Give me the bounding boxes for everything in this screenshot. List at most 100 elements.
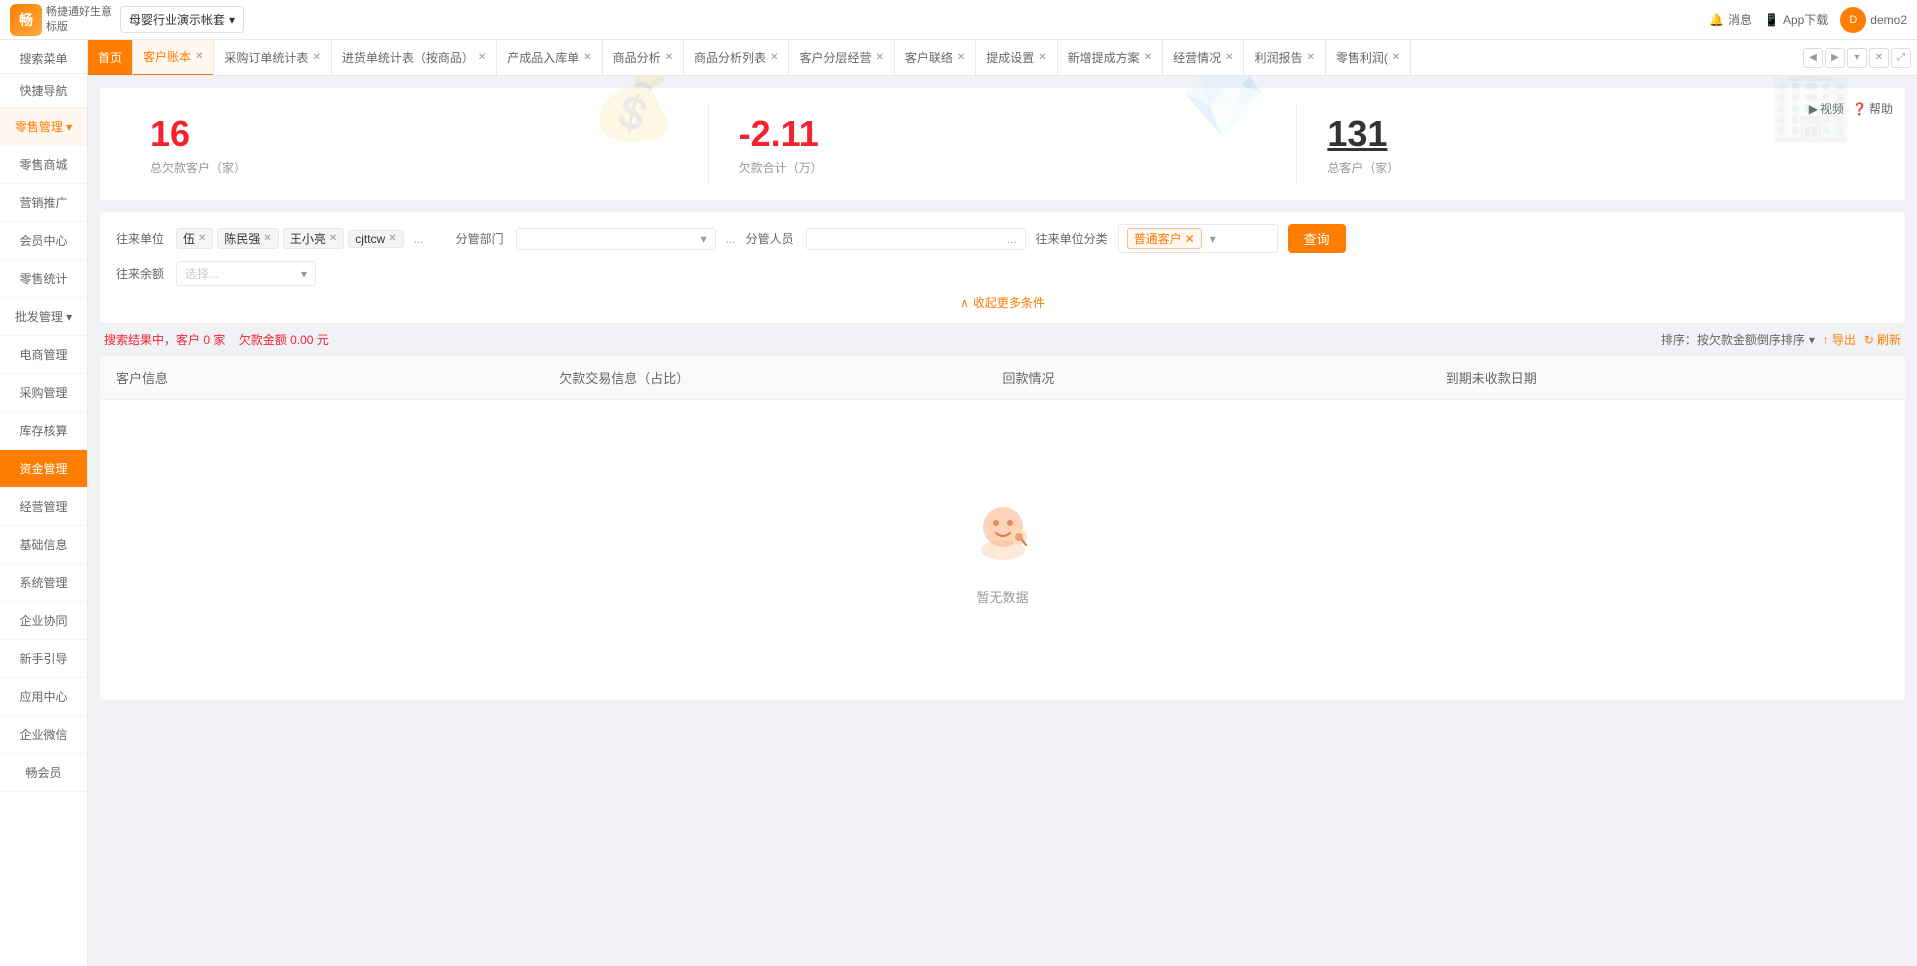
empty-icon <box>963 495 1043 575</box>
tab-purchase-orders[interactable]: 采购订单统计表 ✕ <box>214 40 331 76</box>
filter-tag-2[interactable]: 陈民强 ✕ <box>217 228 278 249</box>
filter-person-extra[interactable]: ... <box>726 232 736 246</box>
tab-prev-button[interactable]: ◀ <box>1803 48 1823 68</box>
sidebar-item-wholesale[interactable]: 批发管理 ▾ <box>0 298 87 336</box>
tab-bar: 首页 客户账本 ✕ 采购订单统计表 ✕ 进货单统计表（按商品） ✕ 产成品入库单… <box>88 40 1917 76</box>
content-area: 首页 客户账本 ✕ 采购订单统计表 ✕ 进货单统计表（按商品） ✕ 产成品入库单… <box>88 40 1917 966</box>
sidebar-item-retail-stats[interactable]: 零售统计 <box>0 260 87 298</box>
tab-close-profit-report[interactable]: ✕ <box>1307 52 1315 63</box>
stat-total-debt: -2.11 欠款合计（万） 💎 <box>709 104 1298 184</box>
tab-close-customer-tier[interactable]: ✕ <box>875 52 883 63</box>
result-bar: 搜索结果中，客户 0 家 欠款金额 0.00 元 排序：按欠款金额倒序排序 ▾ <box>100 331 1905 348</box>
refresh-icon: ↻ <box>1864 333 1874 347</box>
sidebar-item-finance[interactable]: 资金管理 <box>0 450 87 488</box>
sidebar-item-ecommerce[interactable]: 电商管理 <box>0 336 87 374</box>
refresh-button[interactable]: ↻ 刷新 <box>1864 331 1901 348</box>
tab-close-promotion-settings[interactable]: ✕ <box>1038 52 1046 63</box>
tab-close-retail-profit[interactable]: ✕ <box>1392 52 1400 63</box>
sidebar-item-enterprise[interactable]: 企业协同 <box>0 602 87 640</box>
sidebar-item-new-guide[interactable]: 新手引导 <box>0 640 87 678</box>
tab-close-purchase-orders[interactable]: ✕ <box>312 52 320 63</box>
filter-tag-1[interactable]: 伍 ✕ <box>176 228 213 249</box>
sort-button[interactable]: 排序：按欠款金额倒序排序 ▾ <box>1661 331 1815 348</box>
tab-accounts[interactable]: 客户账本 ✕ <box>133 40 214 76</box>
tab-promotion-settings[interactable]: 提成设置 ✕ <box>976 40 1057 76</box>
col-customer-info: 客户信息 <box>116 368 559 387</box>
result-actions: 排序：按欠款金额倒序排序 ▾ ↑ 导出 ↻ 刷新 <box>1661 331 1901 348</box>
main-content: ▶ 视频 ❓ 帮助 16 总欠款客户（家） 💰 <box>88 76 1917 966</box>
sidebar-item-retail[interactable]: 零售管理 ▾ <box>0 108 87 146</box>
chevron-down-icon-person: ... <box>1007 232 1017 246</box>
data-table: 客户信息 欠款交易信息（占比） 回款情况 到期未收款日期 <box>100 356 1905 700</box>
tab-close-all-button[interactable]: ✕ <box>1869 48 1889 68</box>
filter-unit-tags: 伍 ✕ 陈民强 ✕ 王小亮 ✕ <box>176 228 430 249</box>
tab-customer-contact[interactable]: 客户联络 ✕ <box>895 40 976 76</box>
sidebar-search-menu[interactable]: 搜索菜单 <box>0 40 87 74</box>
collapse-button[interactable]: ∧ 收起更多条件 <box>960 294 1045 311</box>
sidebar-item-system[interactable]: 系统管理 <box>0 564 87 602</box>
filter-tag-3[interactable]: 王小亮 ✕ <box>283 228 344 249</box>
tab-home[interactable]: 首页 <box>88 40 133 76</box>
tab-customer-tier[interactable]: 客户分层经营 ✕ <box>789 40 894 76</box>
tab-close-product-analysis-list[interactable]: ✕ <box>770 52 778 63</box>
org-selector[interactable]: 母婴行业演示帐套 ▾ <box>120 6 244 33</box>
stat-label-all: 总客户（家） <box>1327 159 1855 176</box>
tab-menu-button[interactable]: ▾ <box>1847 48 1867 68</box>
filter-category-select[interactable]: 普通客户 ✕ ▾ <box>1118 224 1278 253</box>
filter-tag-3-close[interactable]: ✕ <box>329 233 337 244</box>
sidebar-quick-nav[interactable]: 快捷导航 <box>0 74 87 108</box>
sidebar-item-marketing[interactable]: 营销推广 <box>0 184 87 222</box>
tab-close-accounts[interactable]: ✕ <box>195 51 203 62</box>
tab-close-product-analysis[interactable]: ✕ <box>665 52 673 63</box>
tab-close-customer-contact[interactable]: ✕ <box>957 52 965 63</box>
sidebar-item-app-center[interactable]: 应用中心 <box>0 678 87 716</box>
query-button[interactable]: 查询 <box>1288 224 1346 253</box>
tab-close-new-promotion[interactable]: ✕ <box>1144 52 1152 63</box>
tab-profit-report[interactable]: 利润报告 ✕ <box>1244 40 1325 76</box>
avatar: D <box>1840 7 1866 33</box>
app-download-button[interactable]: 📱 App下载 <box>1764 11 1828 28</box>
sidebar-item-purchase[interactable]: 采购管理 <box>0 374 87 412</box>
tab-purchase-stats[interactable]: 进货单统计表（按商品） ✕ <box>332 40 497 76</box>
filter-category-tag[interactable]: 普通客户 ✕ <box>1127 228 1202 249</box>
message-button[interactable]: 🔔 消息 <box>1709 11 1752 28</box>
filter-category-tag-close[interactable]: ✕ <box>1185 232 1195 246</box>
filter-balance-select[interactable]: 选择... ▾ <box>176 261 316 286</box>
tab-close-operations[interactable]: ✕ <box>1225 52 1233 63</box>
sidebar-item-members[interactable]: 会员中心 <box>0 222 87 260</box>
sidebar-item-vip[interactable]: 畅会员 <box>0 754 87 792</box>
tab-close-production[interactable]: ✕ <box>583 52 591 63</box>
logo-icon: 畅 <box>10 4 42 36</box>
filter-tag-1-close[interactable]: ✕ <box>198 233 206 244</box>
table-header: 客户信息 欠款交易信息（占比） 回款情况 到期未收款日期 <box>100 356 1905 400</box>
top-bar: 畅 畅捷通好生意 标版 母婴行业演示帐套 ▾ 🔔 消息 📱 App下载 D de… <box>0 0 1917 40</box>
logo-text: 畅捷通好生意 标版 <box>46 5 112 34</box>
tab-product-analysis[interactable]: 商品分析 ✕ <box>603 40 684 76</box>
stats-bar: ▶ 视频 ❓ 帮助 16 总欠款客户（家） 💰 <box>100 88 1905 200</box>
mobile-icon: 📱 <box>1764 13 1779 27</box>
tab-retail-profit[interactable]: 零售利润( ✕ <box>1326 40 1411 76</box>
sidebar-item-basic-info[interactable]: 基础信息 <box>0 526 87 564</box>
export-button[interactable]: ↑ 导出 <box>1823 331 1856 348</box>
tab-new-promotion[interactable]: 新增提成方案 ✕ <box>1058 40 1163 76</box>
filter-tag-2-close[interactable]: ✕ <box>263 233 271 244</box>
filter-tag-4-close[interactable]: ✕ <box>388 233 396 244</box>
filter-dept-select[interactable]: ▾ <box>516 228 716 250</box>
tab-close-purchase-stats[interactable]: ✕ <box>478 52 486 63</box>
tab-operations[interactable]: 经营情况 ✕ <box>1163 40 1244 76</box>
sidebar-item-inventory[interactable]: 库存核算 <box>0 412 87 450</box>
tab-next-button[interactable]: ▶ <box>1825 48 1845 68</box>
collapse-up-icon: ∧ <box>960 296 969 310</box>
filter-person-select[interactable]: ... <box>806 228 1026 250</box>
sidebar-item-retail-mall[interactable]: 零售商城 <box>0 146 87 184</box>
tab-expand-button[interactable]: ⤢ <box>1891 48 1911 68</box>
filter-more-tags[interactable]: ... <box>408 231 430 247</box>
col-due-date: 到期未收款日期 <box>1446 368 1889 387</box>
user-menu[interactable]: D demo2 <box>1840 7 1907 33</box>
sidebar-item-operations[interactable]: 经营管理 <box>0 488 87 526</box>
sidebar-item-enterprise-wechat[interactable]: 企业微信 <box>0 716 87 754</box>
tab-product-analysis-list[interactable]: 商品分析列表 ✕ <box>684 40 789 76</box>
tab-production[interactable]: 产成品入库单 ✕ <box>497 40 602 76</box>
logo-area: 畅 畅捷通好生意 标版 <box>10 4 112 36</box>
filter-tag-4[interactable]: cjttcw ✕ <box>348 230 403 248</box>
